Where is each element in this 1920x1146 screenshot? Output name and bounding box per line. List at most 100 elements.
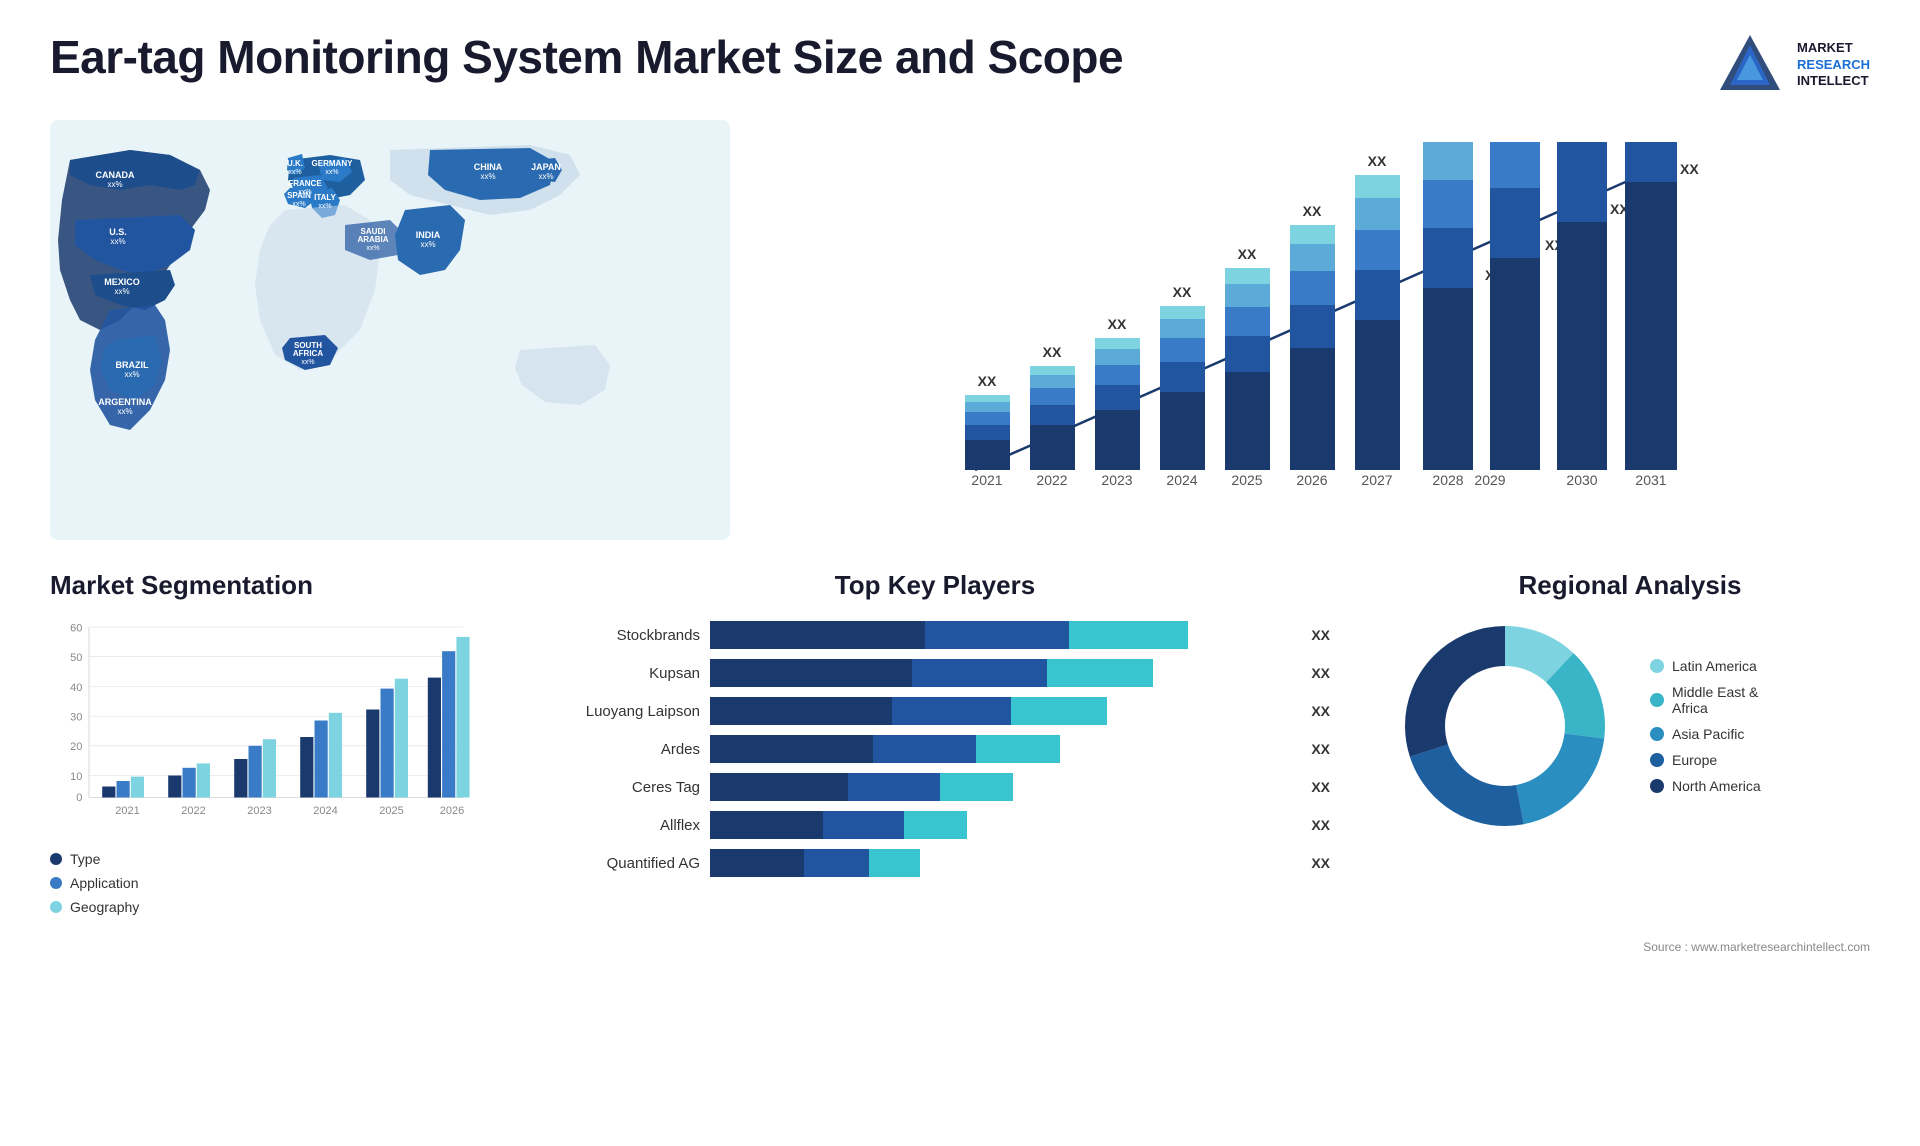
player-row-ardes: Ardes XX xyxy=(540,735,1330,763)
logo: MARKET RESEARCH INTELLECT xyxy=(1715,30,1870,100)
svg-text:60: 60 xyxy=(70,622,82,634)
player-row-cerestag: Ceres Tag XX xyxy=(540,773,1330,801)
svg-text:CANADA: CANADA xyxy=(96,170,135,180)
north-america-dot xyxy=(1650,779,1664,793)
svg-text:XX: XX xyxy=(1108,316,1127,332)
svg-text:ARGENTINA: ARGENTINA xyxy=(98,397,152,407)
svg-text:AFRICA: AFRICA xyxy=(293,349,323,358)
legend-latin-america: Latin America xyxy=(1650,658,1761,674)
bar-chart-section: XX 2021 XX 2022 XX 2023 xyxy=(750,120,1870,540)
page-title: Ear-tag Monitoring System Market Size an… xyxy=(50,30,1123,84)
svg-text:SPAIN: SPAIN xyxy=(287,191,311,200)
svg-text:XX: XX xyxy=(1680,161,1699,177)
application-dot xyxy=(50,877,62,889)
svg-text:xx%: xx% xyxy=(124,370,139,379)
svg-text:40: 40 xyxy=(70,682,82,694)
svg-text:2024: 2024 xyxy=(1166,472,1197,488)
svg-text:2025: 2025 xyxy=(379,805,403,817)
svg-text:20: 20 xyxy=(70,741,82,753)
type-dot xyxy=(50,853,62,865)
svg-text:BRAZIL: BRAZIL xyxy=(116,360,149,370)
svg-text:XX: XX xyxy=(1368,153,1387,169)
donut-container: Latin America Middle East &Africa Asia P… xyxy=(1390,611,1870,841)
svg-text:50: 50 xyxy=(70,652,82,664)
bar-chart: XX 2021 XX 2022 XX 2023 xyxy=(770,120,1870,500)
player-row-allflex: Allflex XX xyxy=(540,811,1330,839)
svg-text:2028: 2028 xyxy=(1432,472,1463,488)
player-bar xyxy=(710,773,1293,801)
player-row-quantified: Quantified AG XX xyxy=(540,849,1330,877)
player-row-stockbrands: Stockbrands XX xyxy=(540,621,1330,649)
svg-text:xx%: xx% xyxy=(366,245,379,252)
svg-text:XX: XX xyxy=(1043,344,1062,360)
svg-text:2024: 2024 xyxy=(313,805,337,817)
svg-text:10: 10 xyxy=(70,771,82,783)
legend-application: Application xyxy=(50,875,480,891)
svg-text:0: 0 xyxy=(76,792,82,804)
svg-text:xx%: xx% xyxy=(117,407,132,416)
players-title: Top Key Players xyxy=(540,570,1330,601)
svg-text:2030: 2030 xyxy=(1566,472,1597,488)
logo-text: MARKET RESEARCH INTELLECT xyxy=(1797,40,1870,91)
regional-legend: Latin America Middle East &Africa Asia P… xyxy=(1650,658,1761,794)
bottom-grid: Market Segmentation 60 50 40 30 20 10 0 … xyxy=(0,560,1920,935)
svg-text:ARABIA: ARABIA xyxy=(357,235,388,244)
source-text: Source : www.marketresearchintellect.com xyxy=(0,940,1920,954)
player-name: Ceres Tag xyxy=(540,779,700,796)
player-name: Quantified AG xyxy=(540,855,700,872)
svg-text:2031: 2031 xyxy=(1635,472,1666,488)
player-name: Allflex xyxy=(540,817,700,834)
europe-dot xyxy=(1650,753,1664,767)
legend-geography: Geography xyxy=(50,899,480,915)
geography-dot xyxy=(50,901,62,913)
svg-text:U.K.: U.K. xyxy=(287,159,303,168)
latin-america-dot xyxy=(1650,659,1664,673)
svg-text:xx%: xx% xyxy=(325,169,338,176)
donut-chart xyxy=(1390,611,1620,841)
player-row-luoyang: Luoyang Laipson XX xyxy=(540,697,1330,725)
svg-text:XX: XX xyxy=(1303,203,1322,219)
svg-text:xx%: xx% xyxy=(318,203,331,210)
player-row-kupsan: Kupsan XX xyxy=(540,659,1330,687)
svg-text:2021: 2021 xyxy=(971,472,1002,488)
svg-text:xx%: xx% xyxy=(420,240,435,249)
player-name: Kupsan xyxy=(540,665,700,682)
svg-text:xx%: xx% xyxy=(538,172,553,181)
svg-text:U.S.: U.S. xyxy=(109,227,127,237)
svg-text:30: 30 xyxy=(70,712,82,724)
svg-text:2026: 2026 xyxy=(440,805,464,817)
legend-north-america: North America xyxy=(1650,778,1761,794)
header: Ear-tag Monitoring System Market Size an… xyxy=(0,0,1920,120)
player-bar xyxy=(710,849,1293,877)
svg-text:2023: 2023 xyxy=(1101,472,1132,488)
logo-icon xyxy=(1715,30,1785,100)
svg-text:xx%: xx% xyxy=(292,201,305,208)
svg-text:ITALY: ITALY xyxy=(314,193,336,202)
svg-text:GERMANY: GERMANY xyxy=(312,159,354,168)
segmentation-title: Market Segmentation xyxy=(50,570,480,601)
svg-text:2023: 2023 xyxy=(247,805,271,817)
regional-title: Regional Analysis xyxy=(1390,570,1870,601)
segmentation-section: Market Segmentation 60 50 40 30 20 10 0 … xyxy=(50,570,480,915)
regional-section: Regional Analysis Latin America xyxy=(1390,570,1870,915)
svg-text:xx%: xx% xyxy=(480,172,495,181)
bar-chart-svg: XX 2021 XX 2022 XX 2023 xyxy=(770,140,1870,520)
players-section: Top Key Players Stockbrands XX Kupsan xyxy=(520,570,1350,915)
player-bar xyxy=(710,621,1293,649)
svg-text:XX: XX xyxy=(1173,284,1192,300)
svg-text:xx%: xx% xyxy=(110,237,125,246)
main-content: CANADA xx% U.S. xx% MEXICO xx% BRAZIL xx… xyxy=(0,120,1920,560)
svg-text:XX: XX xyxy=(978,373,997,389)
svg-text:2022: 2022 xyxy=(181,805,205,817)
player-name: Ardes xyxy=(540,741,700,758)
player-name: Luoyang Laipson xyxy=(540,703,700,720)
svg-text:INDIA: INDIA xyxy=(416,230,441,240)
svg-text:JAPAN: JAPAN xyxy=(531,162,561,172)
svg-text:xx%: xx% xyxy=(288,169,301,176)
svg-text:FRANCE: FRANCE xyxy=(288,179,322,188)
svg-text:2029: 2029 xyxy=(1474,472,1505,488)
svg-text:2021: 2021 xyxy=(115,805,139,817)
player-bar xyxy=(710,735,1293,763)
segmentation-chart: 60 50 40 30 20 10 0 2021 2022 2023 2024 … xyxy=(50,616,480,836)
legend-europe: Europe xyxy=(1650,752,1761,768)
